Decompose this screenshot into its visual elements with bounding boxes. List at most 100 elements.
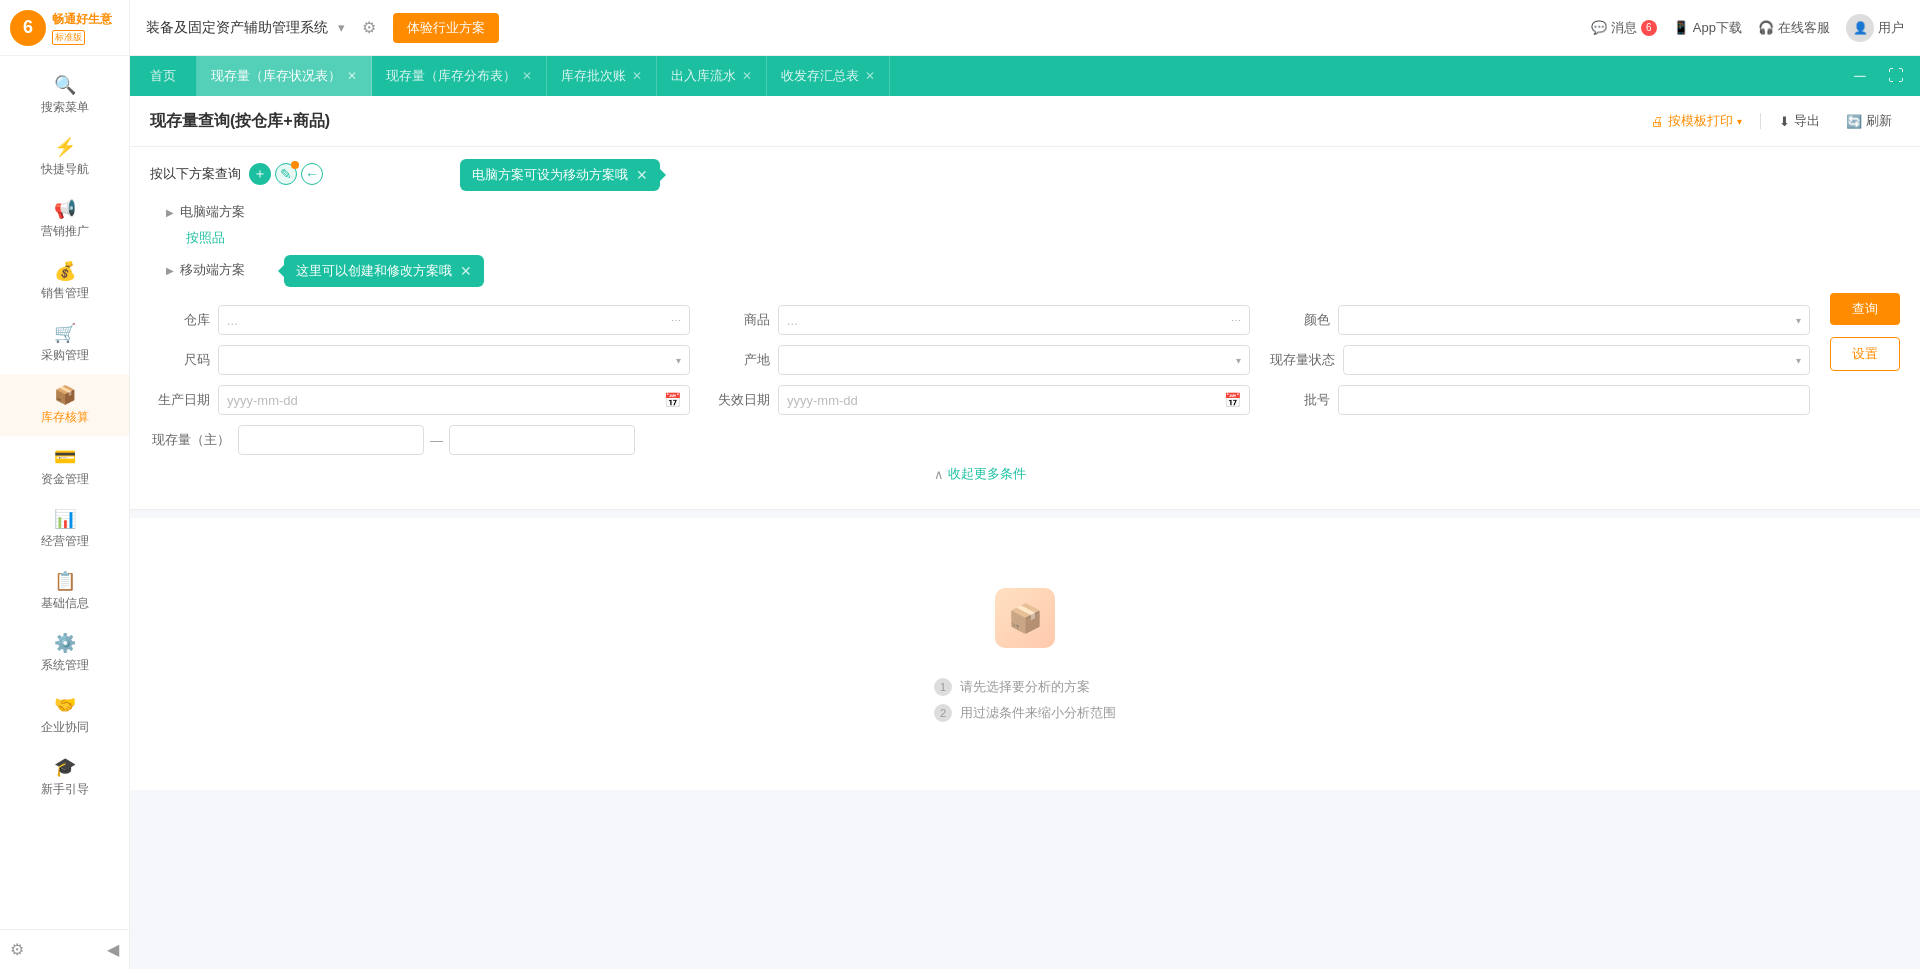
sidebar-item-finance[interactable]: 💳 资金管理: [0, 436, 129, 498]
pc-scheme-group[interactable]: ▶ 电脑端方案: [166, 199, 1900, 225]
collab-icon: 🤝: [54, 694, 76, 716]
page-title: 现存量查询(按仓库+商品): [150, 111, 330, 132]
sidebar-item-guide[interactable]: 🎓 新手引导: [0, 746, 129, 808]
print-label: 按模板打印: [1668, 112, 1733, 130]
system-dropdown-icon[interactable]: ▾: [338, 20, 345, 35]
sidebar-collapse-btn[interactable]: ◀: [107, 940, 119, 959]
tab-batch-ledger-close[interactable]: ✕: [632, 69, 642, 83]
warehouse-field: 仓库 ... ⋯: [150, 305, 690, 335]
message-action[interactable]: 💬 消息 6: [1591, 19, 1657, 37]
sidebar-item-ops-label: 经营管理: [41, 533, 89, 550]
tab-receive-summary[interactable]: 收发存汇总表 ✕: [767, 56, 890, 96]
pc-scheme-tooltip-close[interactable]: ✕: [636, 167, 648, 183]
sidebar-item-search[interactable]: 🔍 搜索菜单: [0, 64, 129, 126]
origin-field: 产地 ▾: [710, 345, 1250, 375]
warehouse-dropdown-arrow: ⋯: [671, 315, 681, 326]
header: 装备及固定资产辅助管理系统 ▾ ⚙ 体验行业方案 💬 消息 6 📱 App下载 …: [130, 0, 1920, 56]
filter-content-area: 仓库 ... ⋯ 商品 ... ⋯: [150, 293, 1900, 493]
empty-steps: 1 请先选择要分析的方案 2 用过滤条件来缩小分析范围: [934, 678, 1116, 730]
expire-date-calendar-icon: 📅: [1224, 392, 1241, 408]
sidebar-item-purchase[interactable]: 🛒 采购管理: [0, 312, 129, 374]
origin-dropdown-arrow: ▾: [1236, 355, 1241, 366]
tab-batch-ledger[interactable]: 库存批次账 ✕: [547, 56, 657, 96]
sidebar-item-basic[interactable]: 📋 基础信息: [0, 560, 129, 622]
size-select[interactable]: ▾: [218, 345, 690, 375]
sidebar-settings-btn[interactable]: ⚙: [10, 940, 24, 959]
export-btn[interactable]: ⬇ 导出: [1771, 108, 1828, 134]
tab-inventory-status-close[interactable]: ✕: [347, 69, 357, 83]
online-service-label: 在线客服: [1778, 19, 1830, 37]
tab-inventory-status[interactable]: 现存量（库存状况表） ✕: [197, 56, 372, 96]
print-dropdown-icon: ▾: [1737, 116, 1742, 127]
product-dropdown-arrow: ⋯: [1231, 315, 1241, 326]
sidebar-item-inventory-label: 库存核算: [41, 409, 89, 426]
action-buttons: 查询 设置: [1830, 293, 1900, 371]
reset-btn[interactable]: 设置: [1830, 337, 1900, 371]
tab-inventory-dist-close[interactable]: ✕: [522, 69, 532, 83]
expire-date-input[interactable]: yyyy-mm-dd 📅: [778, 385, 1250, 415]
sidebar-item-basic-label: 基础信息: [41, 595, 89, 612]
pc-scheme-item-0[interactable]: 按照品: [186, 225, 1900, 251]
sidebar-nav: 🔍 搜索菜单 ⚡ 快捷导航 📢 营销推广 💰 销售管理 🛒 采购管理 📦 库存核…: [0, 56, 129, 929]
prev-scheme-btn[interactable]: ←: [301, 163, 323, 185]
sidebar-item-ops[interactable]: 📊 经营管理: [0, 498, 129, 560]
tab-inout-flow[interactable]: 出入库流水 ✕: [657, 56, 767, 96]
sidebar-item-inventory[interactable]: 📦 库存核算: [0, 374, 129, 436]
pc-scheme-triangle: ▶: [166, 207, 174, 218]
expire-date-label: 失效日期: [710, 391, 770, 409]
print-btn[interactable]: 🖨 按模板打印 ▾: [1643, 108, 1750, 134]
refresh-icon: 🔄: [1846, 114, 1862, 129]
empty-illustration: 📦: [985, 578, 1065, 658]
filter-fields: 仓库 ... ⋯ 商品 ... ⋯: [150, 293, 1810, 493]
product-select[interactable]: ... ⋯: [778, 305, 1250, 335]
empty-step-1: 1 请先选择要分析的方案: [934, 678, 1116, 696]
mobile-scheme-label: 移动端方案: [180, 261, 245, 279]
add-scheme-btn[interactable]: ＋: [249, 163, 271, 185]
step-1-num: 1: [934, 678, 952, 696]
tab-actions: ─ ⛶: [1846, 62, 1920, 90]
range-sep: —: [430, 433, 443, 448]
mobile-scheme-triangle: ▶: [166, 265, 174, 276]
origin-select[interactable]: ▾: [778, 345, 1250, 375]
more-conditions-btn[interactable]: ∧ 收起更多条件: [150, 455, 1810, 493]
filter-row-3: 生产日期 yyyy-mm-dd 📅 失效日期 yyyy-mm-dd 📅: [150, 385, 1810, 415]
edit-dot-indicator: [291, 161, 299, 169]
stock-range-min[interactable]: [238, 425, 424, 455]
tab-inout-flow-close[interactable]: ✕: [742, 69, 752, 83]
sidebar-item-sales[interactable]: 💰 销售管理: [0, 250, 129, 312]
color-label: 颜色: [1270, 311, 1330, 329]
settings-btn[interactable]: ⚙: [355, 14, 383, 42]
warehouse-select[interactable]: ... ⋯: [218, 305, 690, 335]
sidebar-item-purchase-label: 采购管理: [41, 347, 89, 364]
app-badge: 标准版: [52, 30, 85, 45]
mobile-icon: 📱: [1673, 20, 1689, 35]
tab-inventory-dist[interactable]: 现存量（库存分布表） ✕: [372, 56, 547, 96]
produce-date-input[interactable]: yyyy-mm-dd 📅: [218, 385, 690, 415]
app-download-action[interactable]: 📱 App下载: [1673, 19, 1742, 37]
sidebar-item-marketing[interactable]: 📢 营销推广: [0, 188, 129, 250]
sidebar-item-collab[interactable]: 🤝 企业协同: [0, 684, 129, 746]
sidebar-item-system[interactable]: ⚙️ 系统管理: [0, 622, 129, 684]
color-dropdown-arrow: ▾: [1796, 315, 1801, 326]
stock-status-select[interactable]: ▾: [1343, 345, 1810, 375]
refresh-btn[interactable]: 🔄 刷新: [1838, 108, 1900, 134]
stock-status-label: 现存量状态: [1270, 351, 1335, 369]
batch-input[interactable]: [1338, 385, 1810, 415]
sidebar-item-quick-nav[interactable]: ⚡ 快捷导航: [0, 126, 129, 188]
message-badge: 6: [1641, 20, 1657, 36]
tab-fullscreen-btn[interactable]: ⛶: [1882, 62, 1910, 90]
tab-minimize-btn[interactable]: ─: [1846, 62, 1874, 90]
online-service-action[interactable]: 🎧 在线客服: [1758, 19, 1830, 37]
tab-home[interactable]: 首页: [130, 56, 197, 96]
user-action[interactable]: 👤 用户: [1846, 14, 1904, 42]
stock-main-label: 现存量（主）: [150, 431, 230, 449]
industry-btn[interactable]: 体验行业方案: [393, 13, 499, 43]
stock-range-max[interactable]: [449, 425, 635, 455]
filter-area: 按以下方案查询 ＋ ✎ ← 电脑方案可设为移动方案哦 ✕ ▶ 电脑端方案: [130, 147, 1920, 510]
query-btn[interactable]: 查询: [1830, 293, 1900, 325]
pc-scheme-item-0-label: 按照品: [186, 229, 225, 247]
tab-receive-summary-close[interactable]: ✕: [865, 69, 875, 83]
color-select[interactable]: ▾: [1338, 305, 1810, 335]
sidebar-item-system-label: 系统管理: [41, 657, 89, 674]
create-scheme-tooltip-close[interactable]: ✕: [460, 263, 472, 279]
